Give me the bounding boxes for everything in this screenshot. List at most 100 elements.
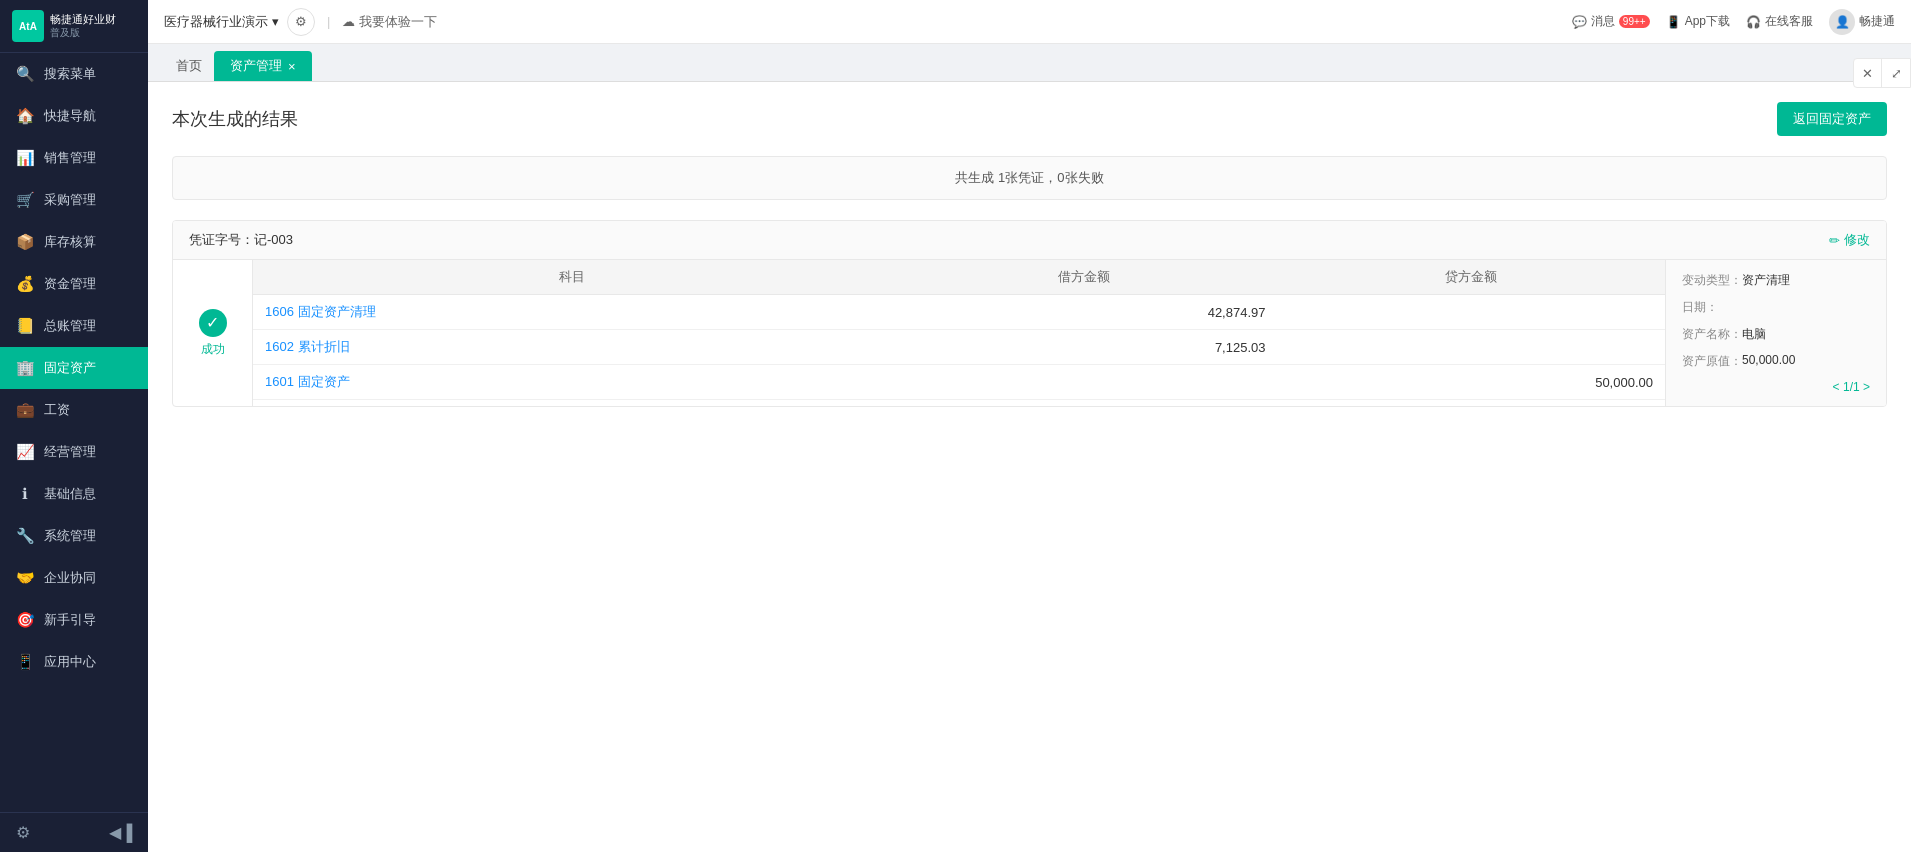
cloud-icon: ☁ [342,14,355,29]
sidebar-item-label: 库存核算 [44,233,96,251]
edit-icon: ✏ [1829,233,1840,248]
app-center-icon: 📱 [16,653,34,671]
purchase-icon: 🛒 [16,191,34,209]
avatar: 👤 [1829,9,1855,35]
app-download-label: App下载 [1685,13,1730,30]
col-subject: 科目 [253,260,890,295]
subject-2: 1602 累计折旧 [253,330,890,365]
next-page-button[interactable]: > [1863,380,1870,394]
subject-3: 1601 固定资产 [253,365,890,400]
expand-panel-button[interactable]: ⤢ [1882,59,1910,87]
experience-button[interactable]: ☁ 我要体验一下 [342,13,437,31]
sidebar-item-sales[interactable]: 📊 销售管理 [0,137,148,179]
online-service-label: 在线客服 [1765,13,1813,30]
sidebar-item-system[interactable]: 🔧 系统管理 [0,515,148,557]
date-row: 日期： [1682,299,1870,316]
topbar-left: 医疗器械行业演示 ▾ ⚙ | ☁ 我要体验一下 [164,8,437,36]
credit-3: 50,000.00 [1278,365,1666,400]
topbar-separator: | [327,14,330,29]
summary-text: 共生成 1张凭证，0张失败 [172,156,1887,200]
sidebar-item-app-center[interactable]: 📱 应用中心 [0,641,148,683]
sidebar-item-label: 销售管理 [44,149,96,167]
sidebar-item-label: 搜索菜单 [44,65,96,83]
sidebar-item-quick-nav[interactable]: 🏠 快捷导航 [0,95,148,137]
sidebar-item-purchase[interactable]: 🛒 采购管理 [0,179,148,221]
table-row: 1606 固定资产清理 42,874.97 [253,295,1665,330]
asset-value-value: 50,000.00 [1742,353,1795,367]
messages-button[interactable]: 💬 消息 99+ [1572,13,1650,30]
page-title: 本次生成的结果 [172,107,298,131]
sidebar-item-operations[interactable]: 📈 经营管理 [0,431,148,473]
voucher-container: 凭证字号：记-003 ✏ 修改 ✓ 成功 [172,220,1887,407]
sidebar-item-fixed-assets[interactable]: 🏢 固定资产 [0,347,148,389]
tab-home-label: 首页 [176,58,202,73]
collapse-icon[interactable]: ◀▐ [109,823,132,842]
ledger-icon: 📒 [16,317,34,335]
sidebar-item-label: 企业协同 [44,569,96,587]
company-selector[interactable]: 医疗器械行业演示 ▾ [164,13,279,31]
app-download-button[interactable]: 📱 App下载 [1666,13,1730,30]
voucher-edit-button[interactable]: ✏ 修改 [1829,231,1870,249]
asset-value-row: 资产原值： 50,000.00 [1682,353,1870,370]
asset-name-value: 电脑 [1742,326,1766,343]
sidebar-item-search[interactable]: 🔍 搜索菜单 [0,53,148,95]
sidebar-item-label: 系统管理 [44,527,96,545]
pagination: < 1/1 > [1682,380,1870,394]
chevron-down-icon: ▾ [272,14,279,29]
sidebar-item-label: 资金管理 [44,275,96,293]
close-panel-button[interactable]: ✕ [1854,59,1882,87]
sidebar-item-basic-info[interactable]: ℹ 基础信息 [0,473,148,515]
table-row: 1601 固定资产 50,000.00 [253,365,1665,400]
credit-2 [1278,330,1666,365]
change-type-value: 资产清理 [1742,272,1790,289]
topbar: 医疗器械行业演示 ▾ ⚙ | ☁ 我要体验一下 💬 消息 99+ 📱 App下载 [148,0,1911,44]
return-button[interactable]: 返回固定资产 [1777,102,1887,136]
col-debit: 借方金额 [890,260,1277,295]
tab-home[interactable]: 首页 [164,51,214,81]
voucher-header: 凭证字号：记-003 ✏ 修改 [173,221,1886,260]
sidebar-logo: AtA 畅捷通好业财 普及版 [0,0,148,53]
tab-close-icon[interactable]: × [288,59,296,74]
sidebar-item-label: 采购管理 [44,191,96,209]
sales-icon: 📊 [16,149,34,167]
date-label: 日期： [1682,299,1742,316]
sidebar-item-payroll[interactable]: 💼 工资 [0,389,148,431]
debit-2: 7,125.03 [890,330,1277,365]
sidebar-item-label: 应用中心 [44,653,96,671]
operations-icon: 📈 [16,443,34,461]
fixed-assets-icon: 🏢 [16,359,34,377]
sidebar-item-label: 工资 [44,401,70,419]
debit-3 [890,365,1277,400]
system-icon: 🔧 [16,527,34,545]
voucher-body: ✓ 成功 科目 借方金额 贷方金额 [173,260,1886,406]
home-icon: 🏠 [16,107,34,125]
company-name: 医疗器械行业演示 [164,13,268,31]
asset-name-label: 资产名称： [1682,326,1742,343]
online-service-button[interactable]: 🎧 在线客服 [1746,13,1813,30]
success-text: 成功 [201,341,225,358]
tabs-bar: 首页 资产管理 × [148,44,1911,82]
sidebar-item-funds[interactable]: 💰 资金管理 [0,263,148,305]
settings-bottom-icon[interactable]: ⚙ [16,823,30,842]
topbar-settings-button[interactable]: ⚙ [287,8,315,36]
experience-label: 我要体验一下 [359,13,437,31]
sidebar-item-enterprise[interactable]: 🤝 企业协同 [0,557,148,599]
sidebar-item-label: 新手引导 [44,611,96,629]
float-controls: ✕ ⤢ [1853,58,1911,88]
page-header: 本次生成的结果 返回固定资产 [172,102,1887,136]
sidebar-item-guide[interactable]: 🎯 新手引导 [0,599,148,641]
messages-label: 消息 [1591,13,1615,30]
sidebar-menu: 🔍 搜索菜单 🏠 快捷导航 📊 销售管理 🛒 采购管理 📦 库存核算 💰 资金管… [0,53,148,812]
voucher-side-panel: 变动类型： 资产清理 日期： 资产名称： 电脑 资产原值： 50,000.00 [1666,260,1886,406]
prev-page-button[interactable]: < [1833,380,1840,394]
sidebar-item-inventory[interactable]: 📦 库存核算 [0,221,148,263]
credit-1 [1278,295,1666,330]
asset-name-row: 资产名称： 电脑 [1682,326,1870,343]
tab-asset-management[interactable]: 资产管理 × [214,51,312,81]
sidebar-item-label: 快捷导航 [44,107,96,125]
sidebar-item-ledger[interactable]: 📒 总账管理 [0,305,148,347]
search-icon: 🔍 [16,65,34,83]
logo-icon: AtA [12,10,44,42]
user-profile[interactable]: 👤 畅捷通 [1829,9,1895,35]
table-row: 1602 累计折旧 7,125.03 [253,330,1665,365]
